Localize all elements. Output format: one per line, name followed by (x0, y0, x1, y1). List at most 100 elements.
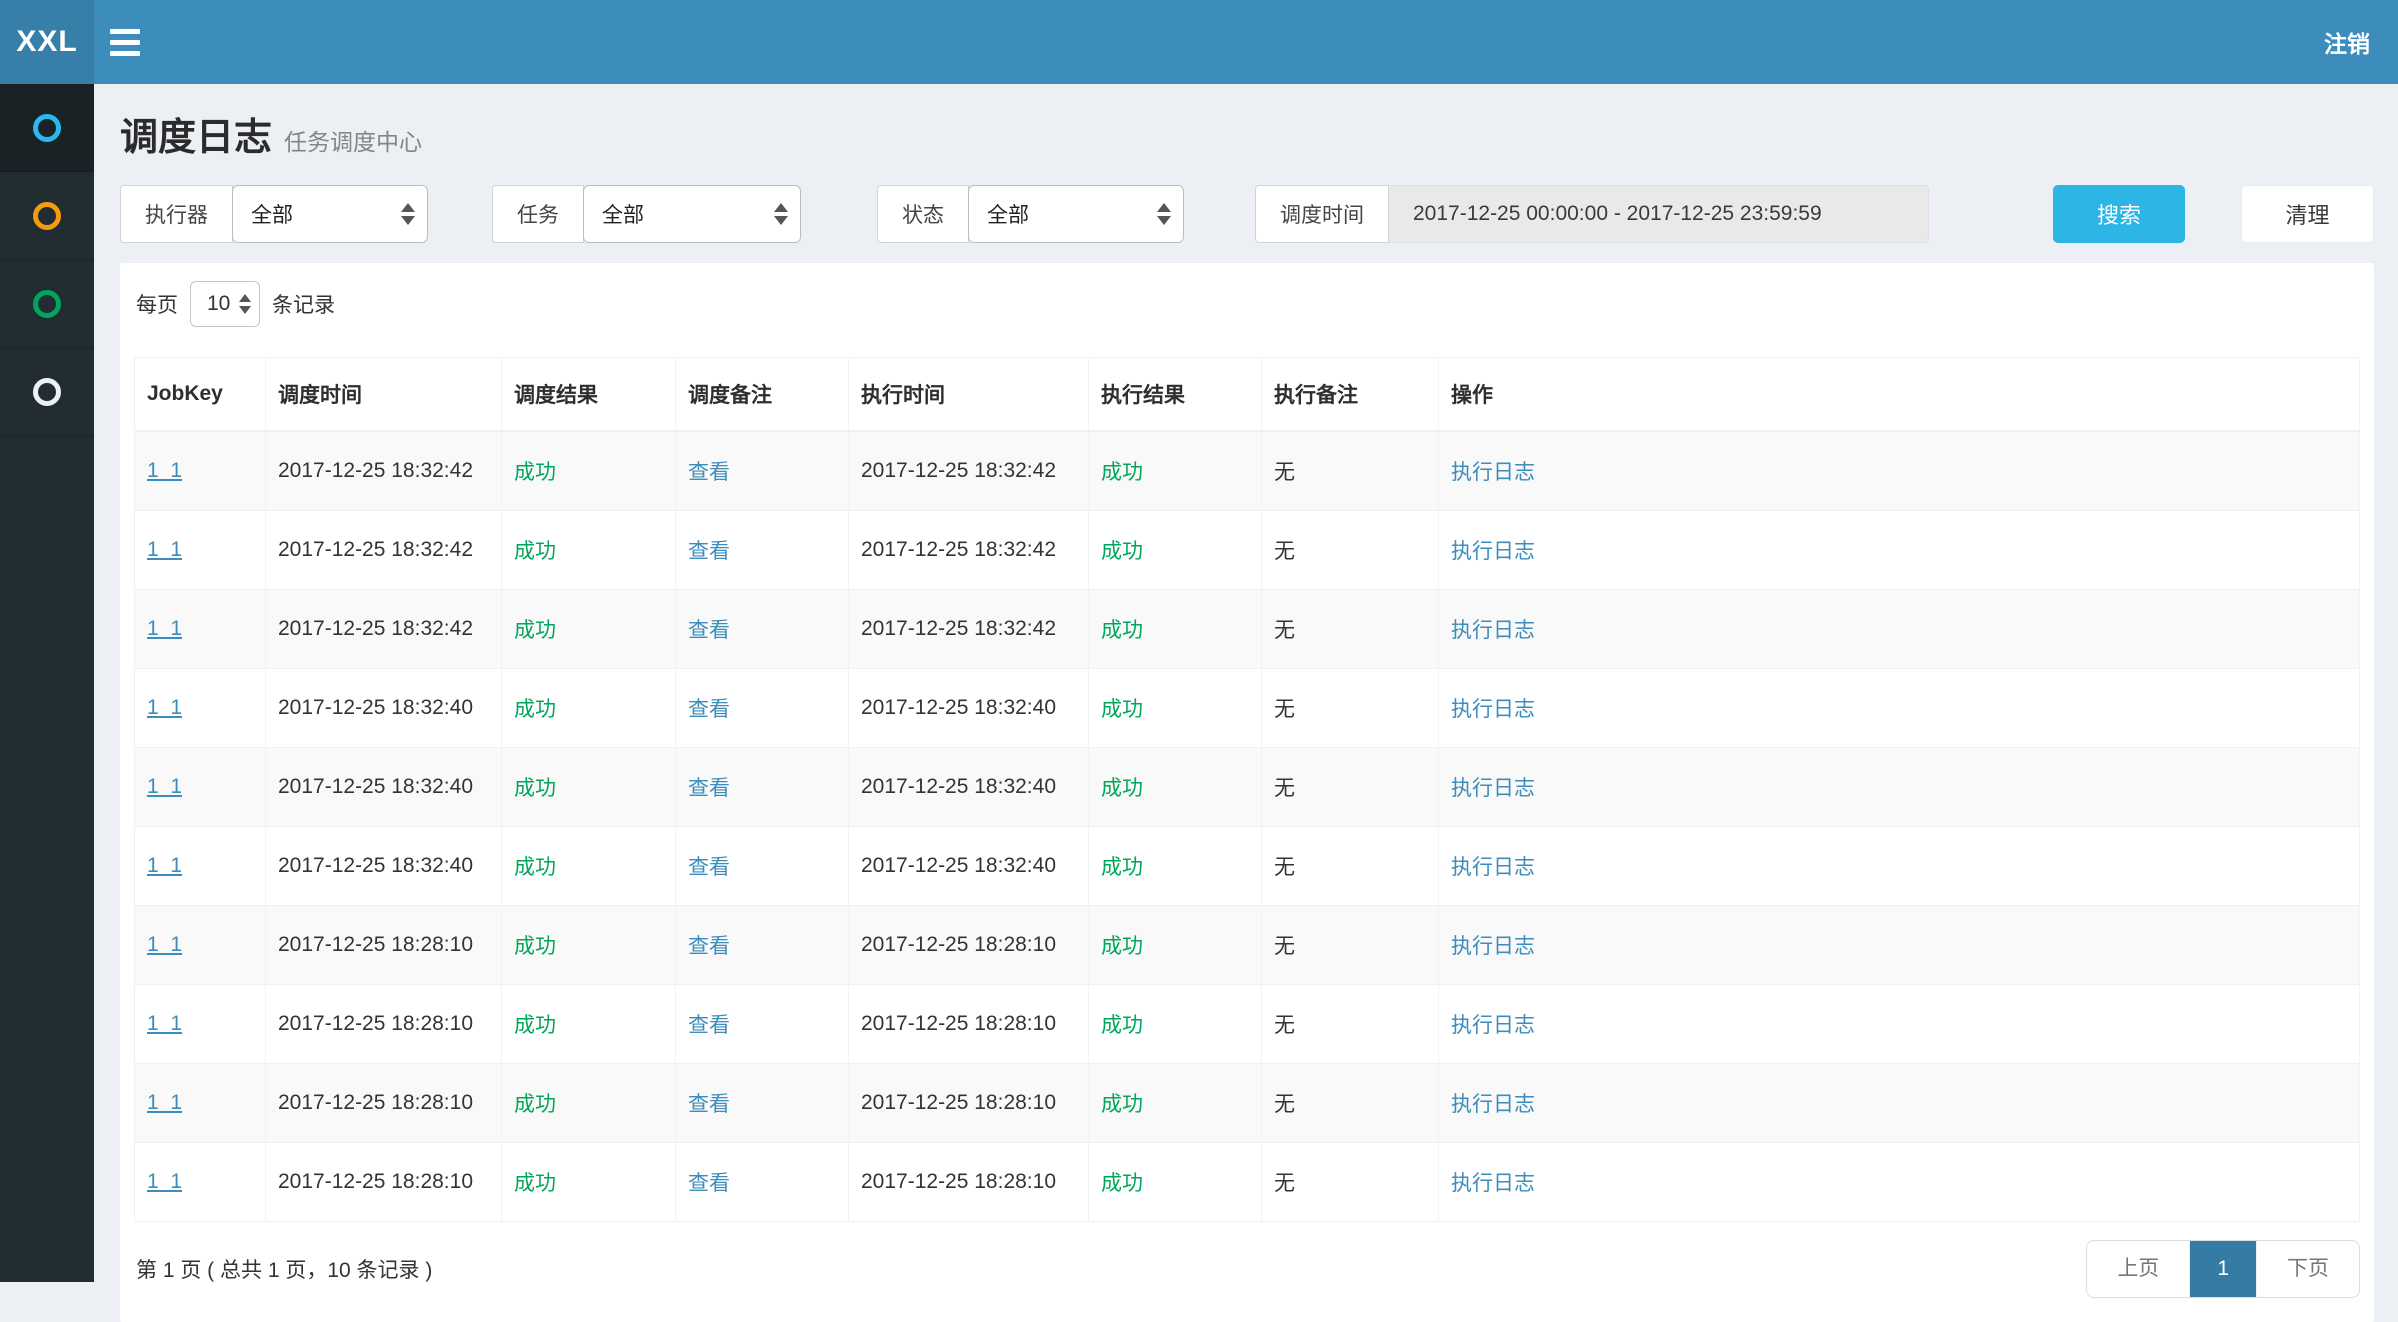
jobkey-link[interactable]: 1_1 (147, 854, 182, 877)
col-action: 操作 (1439, 358, 2360, 432)
handle-result-cell: 成功 (1089, 431, 1262, 511)
content-header: 调度日志 任务调度中心 (120, 84, 2374, 169)
handle-msg-cell: 无 (1262, 827, 1439, 906)
jobkey-link[interactable]: 1_1 (147, 1012, 182, 1035)
executor-select[interactable]: 全部 (232, 185, 428, 243)
top-navbar: XXL 注销 (0, 0, 2398, 84)
trigger-time-cell: 2017-12-25 18:28:10 (266, 1143, 502, 1222)
table-row: 1_1 2017-12-25 18:32:42 成功 查看 2017-12-25… (135, 511, 2360, 590)
col-handle-time: 执行时间 (849, 358, 1089, 432)
handle-msg-cell: 无 (1262, 669, 1439, 748)
col-handle-result: 执行结果 (1089, 358, 1262, 432)
exec-log-link[interactable]: 执行日志 (1451, 1172, 1535, 1195)
prev-page-button[interactable]: 上页 (2087, 1241, 2189, 1297)
trigger-result-cell: 成功 (502, 985, 676, 1064)
exec-log-link[interactable]: 执行日志 (1451, 619, 1535, 642)
table-row: 1_1 2017-12-25 18:28:10 成功 查看 2017-12-25… (135, 1143, 2360, 1222)
trigger-msg-link[interactable]: 查看 (688, 698, 730, 721)
sidebar-toggle-button[interactable] (94, 0, 156, 84)
circle-icon (33, 378, 61, 406)
table-header-row: JobKey 调度时间 调度结果 调度备注 执行时间 执行结果 执行备注 操作 (135, 358, 2360, 432)
handle-result-cell: 成功 (1089, 906, 1262, 985)
col-trigger-msg: 调度备注 (676, 358, 849, 432)
table-row: 1_1 2017-12-25 18:32:40 成功 查看 2017-12-25… (135, 748, 2360, 827)
handle-msg-cell: 无 (1262, 985, 1439, 1064)
sidebar-menu-item-1[interactable] (0, 84, 94, 172)
exec-log-link[interactable]: 执行日志 (1451, 698, 1535, 721)
handle-time-cell: 2017-12-25 18:32:40 (849, 827, 1089, 906)
table-row: 1_1 2017-12-25 18:28:10 成功 查看 2017-12-25… (135, 906, 2360, 985)
exec-log-link[interactable]: 执行日志 (1451, 540, 1535, 563)
exec-log-link[interactable]: 执行日志 (1451, 935, 1535, 958)
handle-time-cell: 2017-12-25 18:32:42 (849, 511, 1089, 590)
trigger-msg-link[interactable]: 查看 (688, 1172, 730, 1195)
select-stepper-icon (401, 203, 415, 225)
jobkey-link[interactable]: 1_1 (147, 775, 182, 798)
sidebar-menu-item-2[interactable] (0, 172, 94, 260)
trigger-result-cell: 成功 (502, 906, 676, 985)
logout-link[interactable]: 注销 (2324, 25, 2370, 59)
table-row: 1_1 2017-12-25 18:32:40 成功 查看 2017-12-25… (135, 827, 2360, 906)
sidebar-menu-item-3[interactable] (0, 260, 94, 348)
exec-log-link[interactable]: 执行日志 (1451, 777, 1535, 800)
col-handle-msg: 执行备注 (1262, 358, 1439, 432)
trigger-msg-link[interactable]: 查看 (688, 1014, 730, 1037)
trigger-msg-link[interactable]: 查看 (688, 935, 730, 958)
table-row: 1_1 2017-12-25 18:32:42 成功 查看 2017-12-25… (135, 590, 2360, 669)
exec-log-link[interactable]: 执行日志 (1451, 1093, 1535, 1116)
trigger-result-cell: 成功 (502, 511, 676, 590)
next-page-button[interactable]: 下页 (2256, 1241, 2359, 1297)
exec-log-link[interactable]: 执行日志 (1451, 1014, 1535, 1037)
sidebar-menu-item-4[interactable] (0, 348, 94, 436)
pagination: 上页 1 下页 (2086, 1240, 2360, 1298)
trigger-msg-link[interactable]: 查看 (688, 777, 730, 800)
trigger-msg-link[interactable]: 查看 (688, 856, 730, 879)
app-logo[interactable]: XXL (0, 0, 94, 84)
handle-time-cell: 2017-12-25 18:32:40 (849, 748, 1089, 827)
jobkey-link[interactable]: 1_1 (147, 696, 182, 719)
handle-time-cell: 2017-12-25 18:28:10 (849, 985, 1089, 1064)
jobkey-link[interactable]: 1_1 (147, 1170, 182, 1193)
job-select[interactable]: 全部 (583, 185, 801, 243)
jobkey-link[interactable]: 1_1 (147, 617, 182, 640)
jobkey-link[interactable]: 1_1 (147, 933, 182, 956)
status-select[interactable]: 全部 (968, 185, 1184, 243)
page-size-prefix: 每页 (136, 289, 178, 319)
trigger-time-filter-group: 调度时间 2017-12-25 00:00:00 - 2017-12-25 23… (1255, 185, 1929, 243)
trigger-msg-link[interactable]: 查看 (688, 1093, 730, 1116)
select-stepper-icon (239, 294, 251, 314)
handle-result-cell: 成功 (1089, 590, 1262, 669)
jobkey-link[interactable]: 1_1 (147, 459, 182, 482)
handle-result-cell: 成功 (1089, 1143, 1262, 1222)
trigger-msg-link[interactable]: 查看 (688, 461, 730, 484)
trigger-time-cell: 2017-12-25 18:32:40 (266, 669, 502, 748)
table-row: 1_1 2017-12-25 18:28:10 成功 查看 2017-12-25… (135, 1064, 2360, 1143)
trigger-msg-link[interactable]: 查看 (688, 619, 730, 642)
jobkey-link[interactable]: 1_1 (147, 538, 182, 561)
page-size-value: 10 (207, 292, 230, 316)
handle-result-cell: 成功 (1089, 827, 1262, 906)
status-filter-group: 状态 全部 (877, 185, 1184, 243)
log-table-box: 每页 10 条记录 JobKey 调度时间 调度结果 调度备注 执行时间 执行结… (120, 263, 2374, 1322)
handle-msg-cell: 无 (1262, 1143, 1439, 1222)
clear-button[interactable]: 清理 (2241, 185, 2374, 243)
search-button[interactable]: 搜索 (2053, 185, 2185, 243)
trigger-result-cell: 成功 (502, 1143, 676, 1222)
trigger-time-cell: 2017-12-25 18:32:42 (266, 511, 502, 590)
navbar-right: 注销 (2324, 0, 2398, 84)
trigger-time-range-input[interactable]: 2017-12-25 00:00:00 - 2017-12-25 23:59:5… (1389, 185, 1929, 243)
col-trigger-time: 调度时间 (266, 358, 502, 432)
status-filter-label: 状态 (877, 185, 969, 243)
trigger-msg-link[interactable]: 查看 (688, 540, 730, 563)
exec-log-link[interactable]: 执行日志 (1451, 461, 1535, 484)
page-size-select[interactable]: 10 (190, 281, 260, 327)
page-size-suffix: 条记录 (272, 289, 335, 319)
select-stepper-icon (1157, 203, 1171, 225)
trigger-time-cell: 2017-12-25 18:32:42 (266, 431, 502, 511)
handle-msg-cell: 无 (1262, 748, 1439, 827)
exec-log-link[interactable]: 执行日志 (1451, 856, 1535, 879)
jobkey-link[interactable]: 1_1 (147, 1091, 182, 1114)
trigger-result-cell: 成功 (502, 1064, 676, 1143)
executor-filter-group: 执行器 全部 (120, 185, 428, 243)
current-page-button[interactable]: 1 (2189, 1241, 2256, 1297)
